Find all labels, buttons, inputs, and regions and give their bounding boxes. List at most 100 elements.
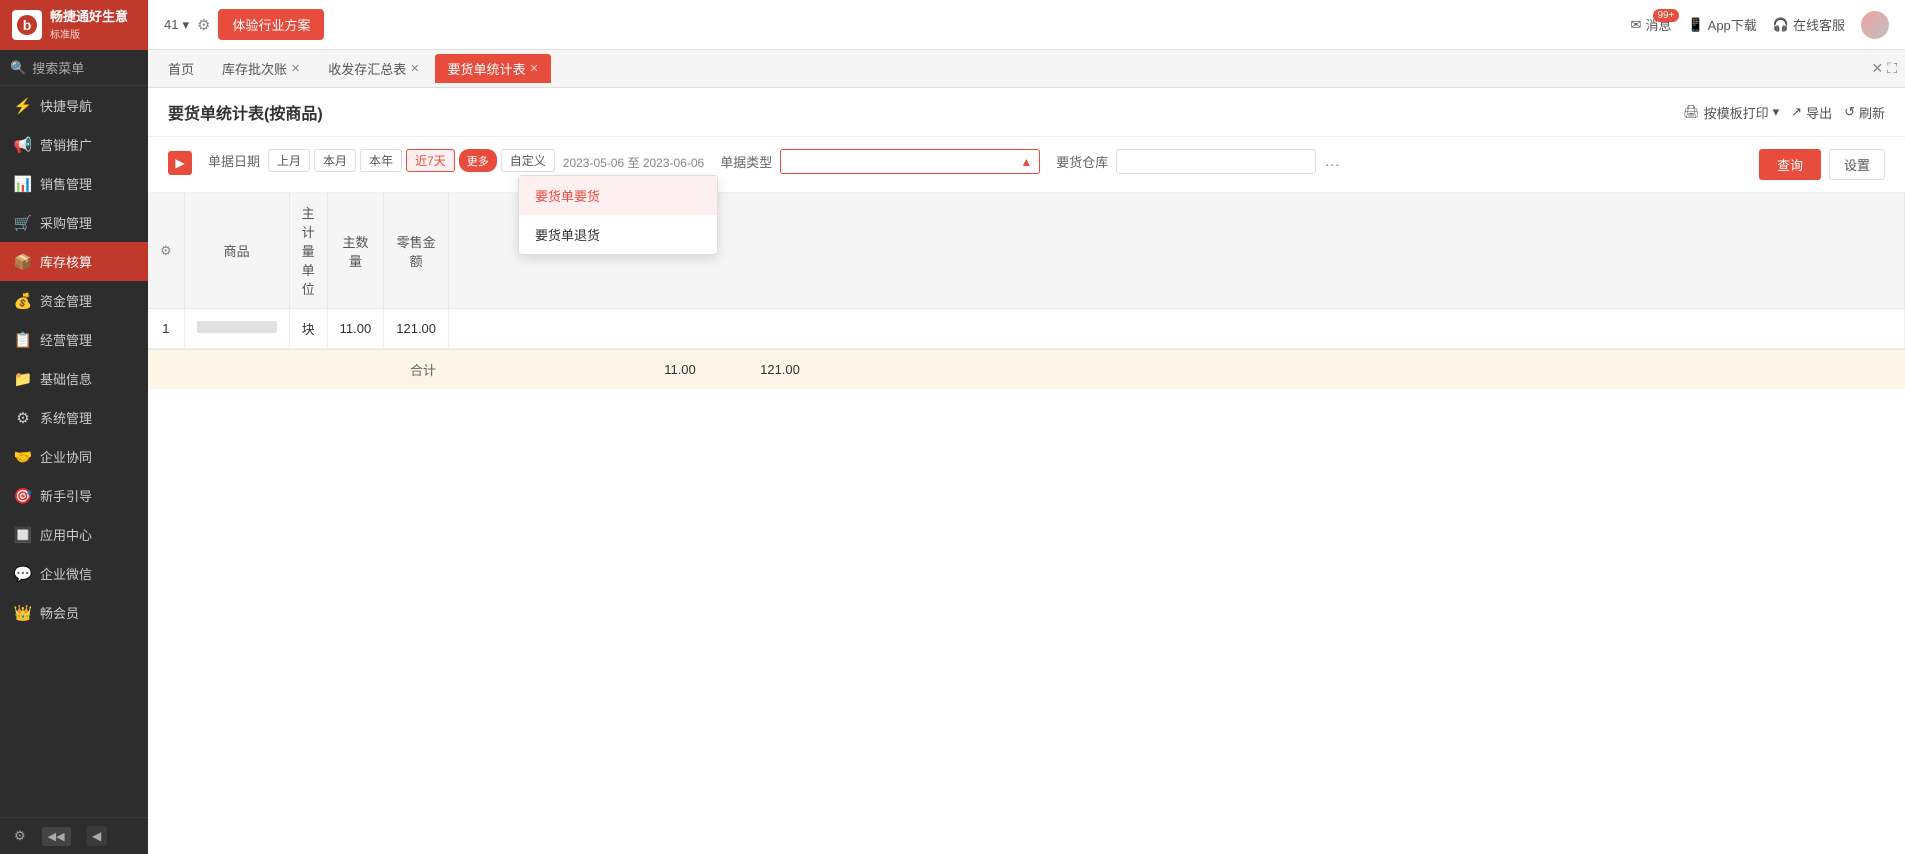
- page-content: 要货单统计表(按商品) 🖨 按模板打印 ▾ ↗ 导出 ↺ 刷新 ▶: [148, 88, 1905, 854]
- this-month-btn[interactable]: 本月: [314, 149, 356, 172]
- date-range-display: 2023-05-06 至 2023-06-06: [563, 154, 704, 171]
- sidebar-item-wxwork[interactable]: 💬 企业微信: [0, 554, 148, 593]
- trial-button[interactable]: 体验行业方案: [218, 9, 324, 40]
- avatar[interactable]: [1861, 11, 1889, 39]
- refresh-icon: ↺: [1844, 104, 1855, 120]
- print-template-button[interactable]: 🖨 按模板打印 ▾: [1683, 103, 1779, 122]
- store-selector[interactable]: 41 ▾: [164, 17, 189, 33]
- online-service-button[interactable]: 🎧 在线客服: [1773, 15, 1845, 34]
- sidebar-item-inventory[interactable]: 📦 库存核算: [0, 242, 148, 281]
- type-filter-input[interactable]: [780, 149, 1040, 174]
- table-row: 1 块 11.00 121.00: [148, 309, 1905, 349]
- footer-amount-value: 121.00: [730, 362, 830, 377]
- filter-expand-button[interactable]: ▶: [168, 151, 192, 175]
- tab-order-stats[interactable]: 要货单统计表 ✕: [435, 54, 550, 83]
- messages-button[interactable]: ✉ 消息 99+: [1631, 15, 1672, 34]
- finance-icon: 💰: [14, 292, 32, 310]
- svg-text:b: b: [23, 17, 32, 33]
- sidebar-settings-icon[interactable]: ⚙: [14, 828, 26, 844]
- inventory-icon: 📦: [14, 253, 32, 271]
- sidebar-item-basic[interactable]: 📁 基础信息: [0, 359, 148, 398]
- tabs-expand-icon[interactable]: ✕: [1871, 60, 1883, 77]
- table-col-unit: 主计量单位: [289, 193, 327, 309]
- query-button[interactable]: 查询: [1759, 149, 1821, 180]
- export-button[interactable]: ↗ 导出: [1791, 103, 1832, 122]
- message-icon: ✉: [1631, 17, 1642, 33]
- page-title: 要货单统计表(按商品): [168, 100, 323, 124]
- sidebar-item-quick-nav[interactable]: ⚡ 快捷导航: [0, 86, 148, 125]
- app-download-button[interactable]: 📱 App下载: [1687, 15, 1756, 34]
- tab-collect-summary[interactable]: 收发存汇总表 ✕: [316, 54, 431, 83]
- dropdown-item-order-goods[interactable]: 要货单要货: [519, 176, 717, 215]
- sidebar-brand: 畅捷通好生意 标准版: [50, 9, 128, 41]
- warehouse-more-icon[interactable]: …: [1324, 153, 1340, 171]
- close-order-stats-icon[interactable]: ✕: [530, 62, 539, 75]
- table-col-product: 商品: [184, 193, 289, 309]
- sidebar-item-guide[interactable]: 🎯 新手引导: [0, 476, 148, 515]
- page-actions: 🖨 按模板打印 ▾ ↗ 导出 ↺ 刷新: [1683, 103, 1885, 122]
- chevron-down-icon: ▾: [182, 17, 189, 33]
- system-icon: ⚙: [14, 409, 32, 427]
- header-right: ✉ 消息 99+ 📱 App下载 🎧 在线客服: [1631, 11, 1889, 39]
- sidebar-item-appstore[interactable]: 🔲 应用中心: [0, 515, 148, 554]
- phone-icon: 📱: [1687, 17, 1703, 33]
- warehouse-filter-input[interactable]: [1116, 149, 1316, 174]
- guide-icon: 🎯: [14, 487, 32, 505]
- sidebar-item-enterprise[interactable]: 🤝 企业协同: [0, 437, 148, 476]
- table-area: ⚙ 商品 主计量单位 主数量 零售金额 1 块: [148, 193, 1905, 349]
- this-year-btn[interactable]: 本年: [360, 149, 402, 172]
- custom-date-btn[interactable]: 自定义: [501, 149, 555, 172]
- date-filter-label: 单据日期: [208, 151, 260, 170]
- sidebar: b 畅捷通好生意 标准版 🔍 搜索菜单 ⚡ 快捷导航 📢 营销推广 📊 销售管理…: [0, 0, 148, 854]
- tabs-controls: ✕ ⛶: [1871, 60, 1897, 77]
- quick-nav-icon: ⚡: [14, 97, 32, 115]
- search-icon: 🔍: [10, 60, 26, 76]
- filter-actions: 查询 设置: [1759, 149, 1885, 180]
- sidebar-item-system[interactable]: ⚙ 系统管理: [0, 398, 148, 437]
- search-menu[interactable]: 🔍 搜索菜单: [0, 50, 148, 86]
- footer-total-label: 合计: [410, 360, 530, 379]
- table-footer: 合计 11.00 121.00: [148, 349, 1905, 389]
- settings-button[interactable]: 设置: [1829, 149, 1885, 180]
- main-content: 41 ▾ ⚙ 体验行业方案 ✉ 消息 99+ 📱 App下载 🎧 在线客服: [148, 0, 1905, 854]
- cell-extra: [449, 309, 1905, 349]
- tab-batch-accounts[interactable]: 库存批次账 ✕: [210, 54, 312, 83]
- last-7-days-btn[interactable]: 近7天: [406, 149, 455, 172]
- headset-icon: 🎧: [1773, 17, 1789, 33]
- sidebar-collapse-btn[interactable]: ◀: [87, 826, 107, 846]
- date-filter-group: 单据日期 上月 本月 本年 近7天 更多 自定义 2023-05-06 至 20…: [208, 149, 704, 172]
- sidebar-item-purchase[interactable]: 🛒 采购管理: [0, 203, 148, 242]
- sales-icon: 📊: [14, 175, 32, 193]
- sidebar-scroll-up[interactable]: ◀◀: [42, 827, 71, 846]
- dropdown-item-order-return[interactable]: 要货单退货: [519, 215, 717, 254]
- tab-home[interactable]: 首页: [156, 54, 206, 83]
- page-header: 要货单统计表(按商品) 🖨 按模板打印 ▾ ↗ 导出 ↺ 刷新: [148, 88, 1905, 137]
- sidebar-footer: ⚙ ◀◀ ◀: [0, 817, 148, 854]
- header-gear-icon[interactable]: ⚙: [197, 16, 210, 34]
- type-filter-label: 单据类型: [720, 152, 772, 171]
- close-collect-summary-icon[interactable]: ✕: [410, 62, 419, 75]
- warehouse-filter-label: 要货仓库: [1056, 152, 1108, 171]
- last-month-btn[interactable]: 上月: [268, 149, 310, 172]
- messages-badge: 99+: [1653, 9, 1680, 22]
- vip-icon: 👑: [14, 604, 32, 622]
- cell-seq: 1: [148, 309, 184, 349]
- sidebar-item-sales[interactable]: 📊 销售管理: [0, 164, 148, 203]
- top-header: 41 ▾ ⚙ 体验行业方案 ✉ 消息 99+ 📱 App下载 🎧 在线客服: [148, 0, 1905, 50]
- tabs-fullscreen-icon[interactable]: ⛶: [1887, 60, 1897, 77]
- sidebar-item-finance[interactable]: 💰 资金管理: [0, 281, 148, 320]
- table-col-settings[interactable]: ⚙: [148, 193, 184, 309]
- basic-icon: 📁: [14, 370, 32, 388]
- close-batch-accounts-icon[interactable]: ✕: [291, 62, 300, 75]
- refresh-button[interactable]: ↺ 刷新: [1844, 103, 1885, 122]
- footer-quantity-value: 11.00: [630, 362, 730, 377]
- sidebar-item-marketing[interactable]: 📢 营销推广: [0, 125, 148, 164]
- sidebar-item-operation[interactable]: 📋 经营管理: [0, 320, 148, 359]
- product-name-placeholder: [197, 321, 277, 333]
- data-table: ⚙ 商品 主计量单位 主数量 零售金额 1 块: [148, 193, 1905, 349]
- sidebar-item-vip[interactable]: 👑 畅会员: [0, 593, 148, 632]
- header-left: 41 ▾ ⚙ 体验行业方案: [164, 9, 1615, 40]
- more-dates-btn[interactable]: 更多: [459, 149, 497, 172]
- cell-quantity: 11.00: [327, 309, 384, 349]
- type-filter-chevron-up-icon[interactable]: ▲: [1020, 155, 1032, 169]
